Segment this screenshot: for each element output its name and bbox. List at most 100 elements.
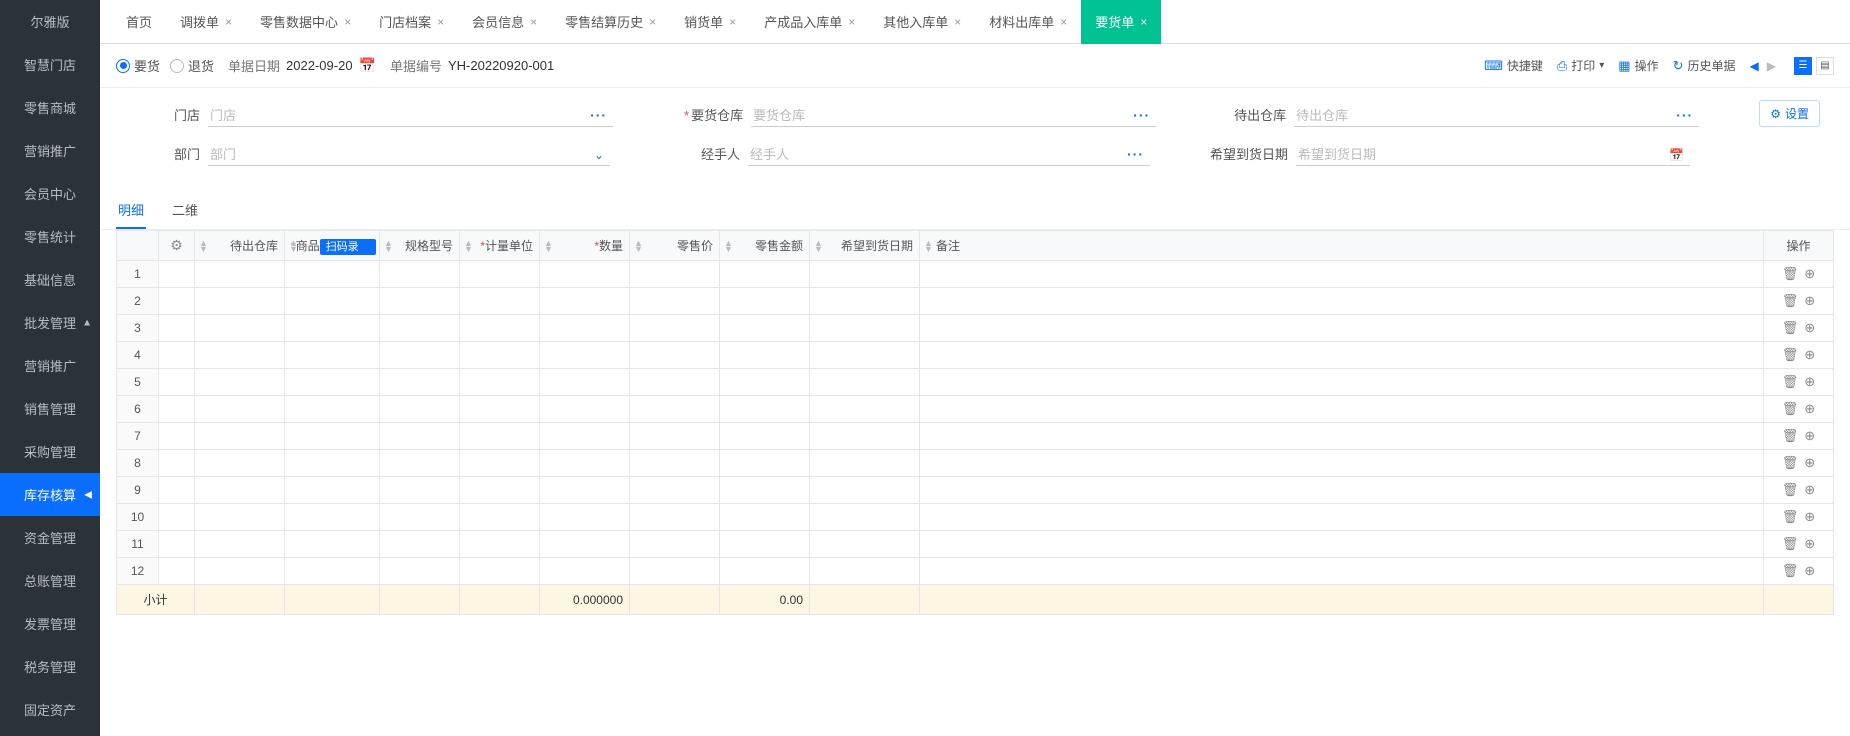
delete-row-icon[interactable]: 🗑	[1779, 509, 1802, 524]
sidebar-item-10[interactable]: 采购管理	[0, 430, 100, 473]
cell[interactable]	[460, 450, 540, 477]
scan-badge[interactable]: 扫码录入	[320, 239, 376, 255]
cell[interactable]	[380, 450, 460, 477]
cell[interactable]	[920, 504, 1764, 531]
cell[interactable]	[380, 558, 460, 585]
operation-button[interactable]: ▦操作	[1618, 57, 1658, 74]
tab-0[interactable]: 首页	[112, 0, 166, 44]
cell[interactable]	[540, 369, 630, 396]
th-price[interactable]: ▲▼零售价	[630, 231, 720, 261]
cell[interactable]	[810, 450, 920, 477]
cell[interactable]	[195, 261, 285, 288]
sidebar-item-4[interactable]: 会员中心	[0, 172, 100, 215]
close-icon[interactable]: ×	[848, 15, 855, 29]
add-row-icon[interactable]: ⊕	[1801, 455, 1818, 470]
th-amount[interactable]: ▲▼零售金额	[720, 231, 810, 261]
cell[interactable]	[540, 396, 630, 423]
handler-input-wrap[interactable]: ···	[748, 143, 1150, 166]
th-product[interactable]: ▲▼*商品扫码录入	[285, 231, 380, 261]
dept-input[interactable]	[210, 147, 590, 162]
cell[interactable]	[159, 558, 195, 585]
cell[interactable]	[285, 261, 380, 288]
expect-date-input-wrap[interactable]: 📅	[1296, 144, 1690, 166]
sidebar-item-12[interactable]: 资金管理	[0, 516, 100, 559]
cell[interactable]	[195, 531, 285, 558]
cell[interactable]	[540, 504, 630, 531]
radio-request[interactable]: 要货	[116, 56, 160, 75]
handler-input[interactable]	[750, 147, 1123, 162]
delete-row-icon[interactable]: 🗑	[1779, 320, 1802, 335]
cell[interactable]	[285, 288, 380, 315]
sidebar-item-6[interactable]: 基础信息	[0, 258, 100, 301]
cell[interactable]	[159, 315, 195, 342]
cell[interactable]	[460, 369, 540, 396]
add-row-icon[interactable]: ⊕	[1801, 320, 1818, 335]
cell[interactable]	[380, 477, 460, 504]
cell[interactable]	[380, 288, 460, 315]
view-grid-button[interactable]: ▤	[1816, 57, 1834, 75]
tab-3[interactable]: 门店档案×	[365, 0, 458, 44]
add-row-icon[interactable]: ⊕	[1801, 482, 1818, 497]
tab-9[interactable]: 材料出库单×	[975, 0, 1081, 44]
cell[interactable]	[810, 504, 920, 531]
sidebar-item-1[interactable]: 智慧门店	[0, 43, 100, 86]
close-icon[interactable]: ×	[649, 15, 656, 29]
add-row-icon[interactable]: ⊕	[1801, 266, 1818, 281]
cell[interactable]	[159, 288, 195, 315]
cell[interactable]	[720, 261, 810, 288]
cell[interactable]	[720, 477, 810, 504]
cell[interactable]	[920, 342, 1764, 369]
calendar-icon[interactable]: 📅	[1665, 148, 1688, 162]
cell[interactable]	[195, 288, 285, 315]
cell[interactable]	[540, 315, 630, 342]
cell[interactable]	[810, 477, 920, 504]
cell[interactable]	[460, 342, 540, 369]
cell[interactable]	[460, 396, 540, 423]
cell[interactable]	[285, 558, 380, 585]
cell[interactable]	[810, 396, 920, 423]
sidebar-item-9[interactable]: 销售管理	[0, 387, 100, 430]
sidebar-item-2[interactable]: 零售商城	[0, 86, 100, 129]
dept-input-wrap[interactable]: ⌄	[208, 144, 610, 166]
expect-date-input[interactable]	[1298, 147, 1665, 162]
cell[interactable]	[920, 423, 1764, 450]
cell[interactable]	[630, 315, 720, 342]
close-icon[interactable]: ×	[225, 15, 232, 29]
tab-1[interactable]: 调拨单×	[166, 0, 246, 44]
table-row[interactable]: 2🗑⊕	[117, 288, 1834, 315]
radio-return[interactable]: 退货	[170, 56, 214, 75]
delete-row-icon[interactable]: 🗑	[1779, 401, 1802, 416]
close-icon[interactable]: ×	[729, 15, 736, 29]
cell[interactable]	[159, 369, 195, 396]
cell[interactable]	[920, 450, 1764, 477]
cell[interactable]	[630, 261, 720, 288]
add-row-icon[interactable]: ⊕	[1801, 509, 1818, 524]
delete-row-icon[interactable]: 🗑	[1779, 266, 1802, 281]
cell[interactable]	[720, 396, 810, 423]
add-row-icon[interactable]: ⊕	[1801, 293, 1818, 308]
table-row[interactable]: 4🗑⊕	[117, 342, 1834, 369]
cell[interactable]	[285, 396, 380, 423]
cell[interactable]	[195, 369, 285, 396]
close-icon[interactable]: ×	[437, 15, 444, 29]
sidebar-item-13[interactable]: 总账管理	[0, 559, 100, 602]
th-gear[interactable]: ⚙	[159, 231, 195, 261]
cell[interactable]	[720, 531, 810, 558]
cell[interactable]	[630, 288, 720, 315]
cell[interactable]	[285, 315, 380, 342]
cell[interactable]	[720, 315, 810, 342]
cell[interactable]	[630, 369, 720, 396]
table-row[interactable]: 5🗑⊕	[117, 369, 1834, 396]
th-qty[interactable]: ▲▼*数量	[540, 231, 630, 261]
tab-8[interactable]: 其他入库单×	[869, 0, 975, 44]
settings-button[interactable]: ⚙设置	[1759, 100, 1820, 127]
cell[interactable]	[195, 423, 285, 450]
sidebar-item-3[interactable]: 营销推广	[0, 129, 100, 172]
table-row[interactable]: 10🗑⊕	[117, 504, 1834, 531]
cell[interactable]	[460, 531, 540, 558]
th-spec[interactable]: ▲▼规格型号	[380, 231, 460, 261]
table-row[interactable]: 3🗑⊕	[117, 315, 1834, 342]
cell[interactable]	[720, 558, 810, 585]
ellipsis-icon[interactable]: ···	[586, 107, 611, 123]
table-row[interactable]: 9🗑⊕	[117, 477, 1834, 504]
